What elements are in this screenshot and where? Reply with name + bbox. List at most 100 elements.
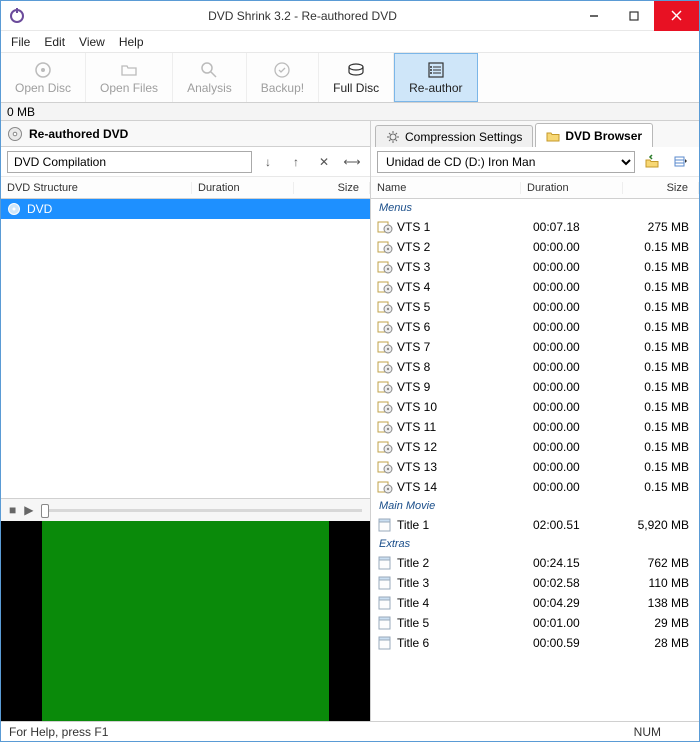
item-duration: 00:00.00 bbox=[533, 300, 623, 314]
list-item[interactable]: VTS 700:00.000.15 MB bbox=[371, 337, 699, 357]
item-name: VTS 1 bbox=[397, 220, 533, 234]
trim-button[interactable]: ⟷ bbox=[340, 151, 364, 173]
list-item[interactable]: VTS 200:00.000.15 MB bbox=[371, 237, 699, 257]
video-frame bbox=[42, 521, 330, 721]
list-item[interactable]: Title 400:04.29138 MB bbox=[371, 593, 699, 613]
menubar: File Edit View Help bbox=[1, 31, 699, 53]
tab-compression-label: Compression Settings bbox=[405, 130, 522, 144]
list-item[interactable]: VTS 1100:00.000.15 MB bbox=[371, 417, 699, 437]
item-size: 110 MB bbox=[623, 576, 693, 590]
maximize-button[interactable] bbox=[614, 1, 654, 31]
col-duration[interactable]: Duration bbox=[192, 182, 294, 194]
drive-select[interactable]: Unidad de CD (D:) Iron Man bbox=[377, 151, 635, 173]
tab-row: Compression Settings DVD Browser bbox=[371, 121, 699, 147]
vts-icon bbox=[377, 240, 393, 254]
list-item[interactable]: VTS 300:00.000.15 MB bbox=[371, 257, 699, 277]
backup-button[interactable]: Backup! bbox=[247, 53, 319, 102]
list-item[interactable]: VTS 100:07.18275 MB bbox=[371, 217, 699, 237]
list-item[interactable]: VTS 1300:00.000.15 MB bbox=[371, 457, 699, 477]
list-item[interactable]: Title 600:00.5928 MB bbox=[371, 633, 699, 653]
main-area: Re-authored DVD ↓ ↑ ✕ ⟷ DVD Structure Du… bbox=[1, 121, 699, 721]
open-files-button[interactable]: Open Files bbox=[86, 53, 173, 102]
item-name: VTS 10 bbox=[397, 400, 533, 414]
item-size: 0.15 MB bbox=[623, 380, 693, 394]
item-size: 275 MB bbox=[623, 220, 693, 234]
col-size[interactable]: Size bbox=[294, 182, 370, 194]
tab-dvd-browser[interactable]: DVD Browser bbox=[535, 123, 653, 147]
col-name[interactable]: Name bbox=[371, 182, 521, 194]
vts-icon bbox=[377, 480, 393, 494]
move-down-button[interactable]: ↓ bbox=[256, 151, 280, 173]
list-item[interactable]: VTS 400:00.000.15 MB bbox=[371, 277, 699, 297]
full-disc-label: Full Disc bbox=[333, 81, 379, 95]
item-duration: 00:00.00 bbox=[533, 260, 623, 274]
vts-icon bbox=[377, 360, 393, 374]
col-duration[interactable]: Duration bbox=[521, 182, 623, 194]
view-options-button[interactable] bbox=[669, 151, 693, 173]
delete-button[interactable]: ✕ bbox=[312, 151, 336, 173]
preview-slider[interactable] bbox=[41, 509, 362, 512]
open-disc-button[interactable]: Open Disc bbox=[1, 53, 86, 102]
list-item[interactable]: VTS 1000:00.000.15 MB bbox=[371, 397, 699, 417]
reauthor-button[interactable]: Re-author bbox=[394, 53, 477, 102]
full-disc-button[interactable]: Full Disc bbox=[319, 53, 394, 102]
size-bar: 0 MB bbox=[1, 103, 699, 121]
item-size: 0.15 MB bbox=[623, 260, 693, 274]
tree-root-row[interactable]: DVD bbox=[1, 199, 370, 219]
dvd-structure-tree[interactable]: DVD bbox=[1, 199, 370, 464]
menu-view[interactable]: View bbox=[79, 35, 105, 49]
title-icon bbox=[377, 518, 393, 532]
item-duration: 00:00.00 bbox=[533, 340, 623, 354]
item-size: 0.15 MB bbox=[623, 420, 693, 434]
list-item[interactable]: VTS 500:00.000.15 MB bbox=[371, 297, 699, 317]
compilation-name-input[interactable] bbox=[7, 151, 252, 173]
menu-file[interactable]: File bbox=[11, 35, 30, 49]
list-item[interactable]: VTS 1200:00.000.15 MB bbox=[371, 437, 699, 457]
list-item[interactable]: Title 300:02.58110 MB bbox=[371, 573, 699, 593]
vts-icon bbox=[377, 400, 393, 414]
list-item[interactable]: VTS 1400:00.000.15 MB bbox=[371, 477, 699, 497]
menu-edit[interactable]: Edit bbox=[44, 35, 65, 49]
item-size: 0.15 MB bbox=[623, 400, 693, 414]
item-name: Title 6 bbox=[397, 636, 533, 650]
list-item[interactable]: Title 200:24.15762 MB bbox=[371, 553, 699, 573]
vts-icon bbox=[377, 260, 393, 274]
item-size: 5,920 MB bbox=[623, 518, 693, 532]
vts-icon bbox=[377, 440, 393, 454]
play-button[interactable]: ▶ bbox=[24, 503, 33, 517]
arrow-down-icon: ↓ bbox=[265, 155, 271, 169]
list-item[interactable]: Title 500:01.0029 MB bbox=[371, 613, 699, 633]
minimize-button[interactable] bbox=[574, 1, 614, 31]
tab-compression-settings[interactable]: Compression Settings bbox=[375, 125, 533, 147]
item-name: Title 5 bbox=[397, 616, 533, 630]
item-name: VTS 9 bbox=[397, 380, 533, 394]
drive-row: Unidad de CD (D:) Iron Man bbox=[371, 147, 699, 177]
item-size: 28 MB bbox=[623, 636, 693, 650]
up-folder-button[interactable] bbox=[640, 151, 664, 173]
item-duration: 00:00.00 bbox=[533, 440, 623, 454]
menu-help[interactable]: Help bbox=[119, 35, 144, 49]
close-button[interactable] bbox=[654, 1, 699, 31]
stop-button[interactable]: ■ bbox=[9, 503, 16, 517]
list-item[interactable]: VTS 800:00.000.15 MB bbox=[371, 357, 699, 377]
disc-icon bbox=[7, 202, 21, 216]
item-duration: 00:00.00 bbox=[533, 360, 623, 374]
col-structure[interactable]: DVD Structure bbox=[1, 182, 192, 194]
analysis-button[interactable]: Analysis bbox=[173, 53, 247, 102]
vts-icon bbox=[377, 460, 393, 474]
move-up-button[interactable]: ↑ bbox=[284, 151, 308, 173]
slider-thumb[interactable] bbox=[41, 504, 49, 518]
magnifier-icon bbox=[200, 61, 218, 79]
titlebar: DVD Shrink 3.2 - Re-authored DVD bbox=[1, 1, 699, 31]
reauthor-label: Re-author bbox=[409, 81, 462, 95]
col-size[interactable]: Size bbox=[623, 182, 699, 194]
browser-scroll[interactable]: MenusVTS 100:07.18275 MBVTS 200:00.000.1… bbox=[371, 199, 699, 721]
list-item[interactable]: Title 102:00.515,920 MB bbox=[371, 515, 699, 535]
right-pane: Compression Settings DVD Browser Unidad … bbox=[371, 121, 699, 721]
list-item[interactable]: VTS 900:00.000.15 MB bbox=[371, 377, 699, 397]
list-item[interactable]: VTS 600:00.000.15 MB bbox=[371, 317, 699, 337]
item-name: VTS 14 bbox=[397, 480, 533, 494]
title-icon bbox=[377, 616, 393, 630]
preview-controls: ■ ▶ bbox=[1, 499, 370, 521]
section-label-main-movie: Main Movie bbox=[371, 497, 699, 515]
